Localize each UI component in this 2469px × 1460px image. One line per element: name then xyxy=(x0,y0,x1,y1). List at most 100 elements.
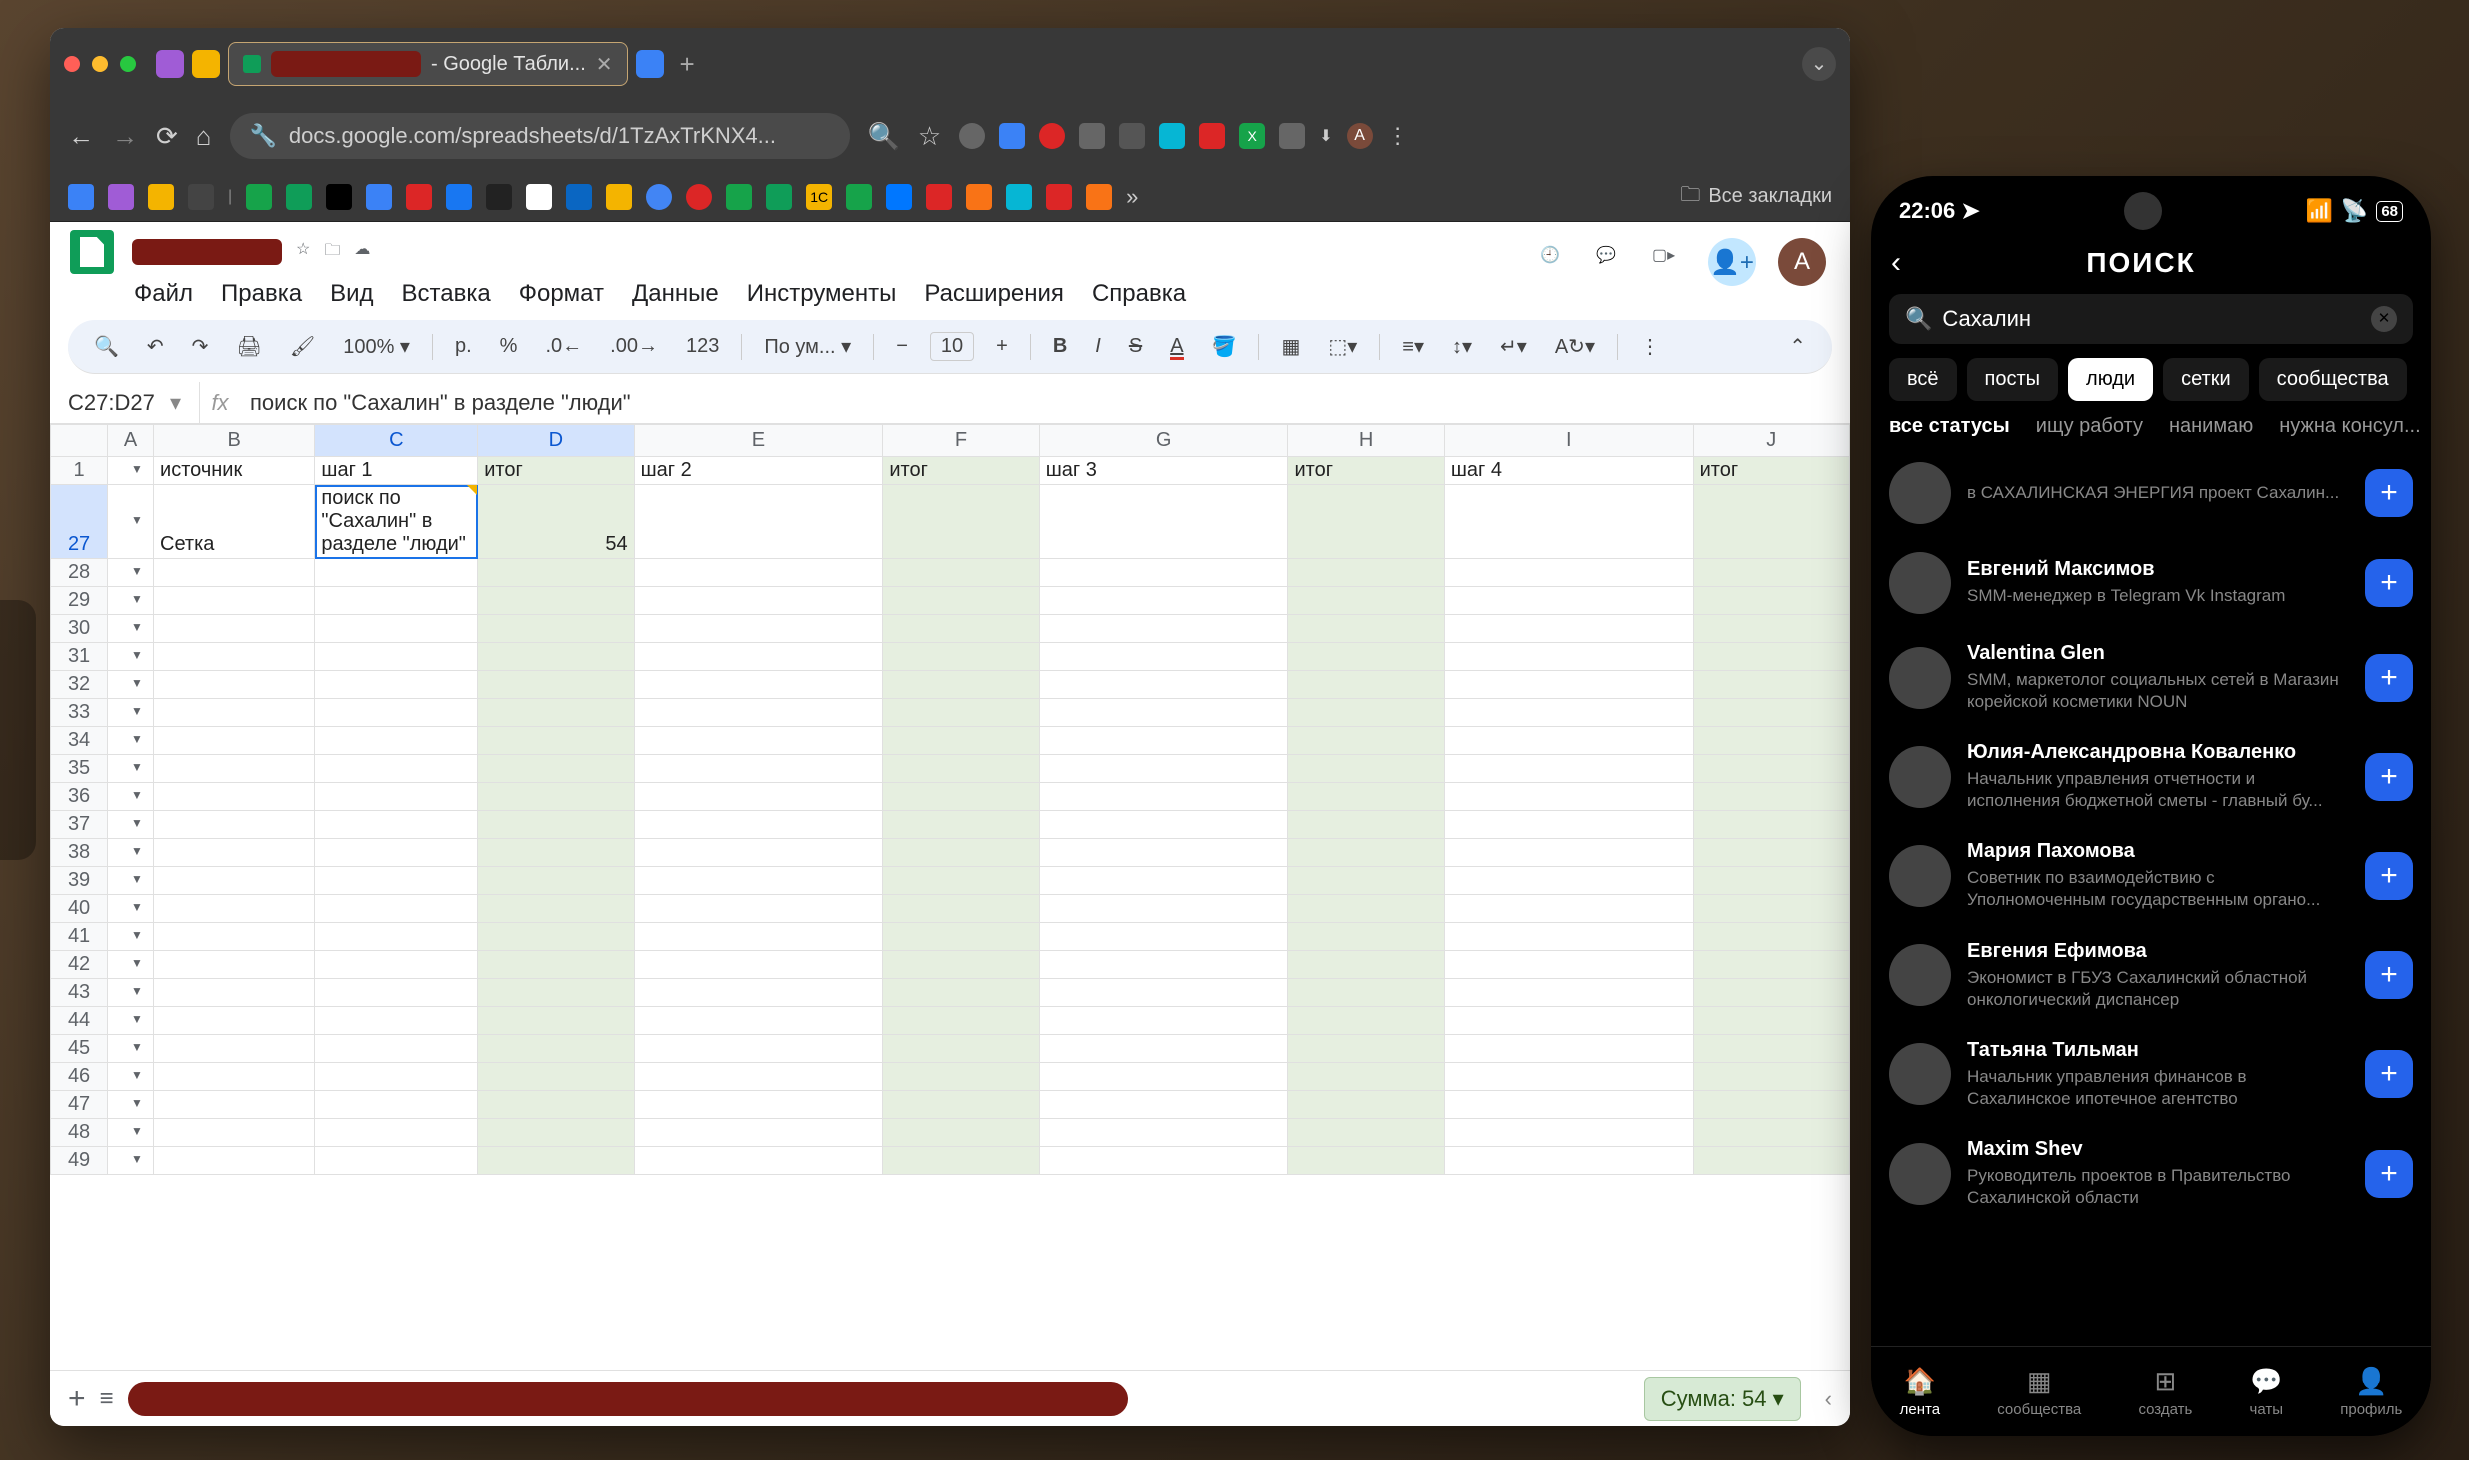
cell[interactable] xyxy=(634,643,883,671)
cell[interactable]: итог xyxy=(1693,457,1849,485)
cell[interactable] xyxy=(1693,923,1849,951)
cell[interactable] xyxy=(1039,783,1288,811)
cell[interactable]: шаг 3 xyxy=(1039,457,1288,485)
all-sheets-button[interactable]: ≡ xyxy=(100,1385,114,1413)
rotate-button[interactable]: A↻▾ xyxy=(1549,330,1601,363)
filter-pill[interactable]: сообщества xyxy=(2259,358,2407,401)
cell[interactable] xyxy=(634,1007,883,1035)
cell[interactable] xyxy=(1693,699,1849,727)
cell[interactable] xyxy=(1039,559,1288,587)
filter-pill[interactable]: сетки xyxy=(2163,358,2249,401)
cell[interactable] xyxy=(883,867,1039,895)
result-row[interactable]: Maxim Shev Руководитель проектов в Прави… xyxy=(1889,1124,2413,1223)
filter-icon[interactable] xyxy=(131,462,149,480)
cell[interactable] xyxy=(154,1035,315,1063)
cell[interactable] xyxy=(1444,1119,1693,1147)
cell[interactable] xyxy=(315,951,478,979)
filter-icon[interactable] xyxy=(131,676,149,694)
filter-icon[interactable] xyxy=(131,760,149,778)
profile-avatar-icon[interactable]: А xyxy=(1347,123,1373,149)
cell[interactable] xyxy=(1444,1147,1693,1175)
site-info-icon[interactable]: 🔧 xyxy=(250,123,277,149)
menu-extensions[interactable]: Расширения xyxy=(924,280,1064,308)
new-tab-button[interactable]: + xyxy=(672,49,703,80)
cell[interactable] xyxy=(315,699,478,727)
formula-bar[interactable]: поиск по "Сахалин" в разделе "люди" xyxy=(240,390,1850,416)
bookmark-icon[interactable] xyxy=(526,184,552,210)
menu-insert[interactable]: Вставка xyxy=(402,280,491,308)
cell[interactable] xyxy=(1444,951,1693,979)
cell[interactable] xyxy=(154,951,315,979)
filter-icon[interactable] xyxy=(131,900,149,918)
currency-button[interactable]: р. xyxy=(449,331,478,362)
cell[interactable] xyxy=(1288,895,1444,923)
row-header[interactable]: 1 xyxy=(51,457,108,485)
extension-icon[interactable] xyxy=(1119,123,1145,149)
bookmark-icon[interactable] xyxy=(1086,184,1112,210)
bookmark-icon[interactable] xyxy=(726,184,752,210)
cell[interactable] xyxy=(1444,727,1693,755)
cell[interactable] xyxy=(315,923,478,951)
cell[interactable] xyxy=(1444,671,1693,699)
cell[interactable] xyxy=(478,1091,634,1119)
cell[interactable] xyxy=(154,1147,315,1175)
filter-icon[interactable] xyxy=(131,788,149,806)
cell[interactable] xyxy=(634,923,883,951)
row-header[interactable]: 44 xyxy=(51,1007,108,1035)
font-select[interactable]: По ум... ▾ xyxy=(758,330,857,363)
cell[interactable] xyxy=(1288,755,1444,783)
cell[interactable] xyxy=(1288,727,1444,755)
cell[interactable] xyxy=(883,559,1039,587)
add-sheet-button[interactable]: + xyxy=(68,1382,86,1416)
col-header[interactable]: J xyxy=(1693,425,1849,457)
cell[interactable] xyxy=(1444,1035,1693,1063)
cell[interactable] xyxy=(1693,895,1849,923)
cell[interactable] xyxy=(1444,485,1693,559)
result-row[interactable]: Valentina Glen SMM, маркетолог социальны… xyxy=(1889,628,2413,727)
cell[interactable] xyxy=(1444,615,1693,643)
filter-icon[interactable] xyxy=(131,1012,149,1030)
cell[interactable] xyxy=(1288,699,1444,727)
cell[interactable] xyxy=(478,895,634,923)
row-header[interactable]: 46 xyxy=(51,1063,108,1091)
search-results[interactable]: в САХАЛИНСКАЯ ЭНЕРГИЯ проект Сахалин... … xyxy=(1871,448,2431,1223)
cell[interactable]: шаг 4 xyxy=(1444,457,1693,485)
col-header[interactable]: D xyxy=(478,425,634,457)
filter-pill[interactable]: всё xyxy=(1889,358,1957,401)
menu-tools[interactable]: Инструменты xyxy=(747,280,897,308)
cell[interactable] xyxy=(154,1119,315,1147)
cell[interactable] xyxy=(1693,559,1849,587)
cell[interactable] xyxy=(315,895,478,923)
cell[interactable] xyxy=(1288,1035,1444,1063)
cell[interactable] xyxy=(108,1147,154,1175)
cell[interactable] xyxy=(1039,587,1288,615)
cell[interactable] xyxy=(154,727,315,755)
row-header[interactable]: 45 xyxy=(51,1035,108,1063)
cell[interactable] xyxy=(1693,979,1849,1007)
v-align-button[interactable]: ↕▾ xyxy=(1446,330,1478,363)
cell[interactable] xyxy=(108,559,154,587)
cell[interactable] xyxy=(1444,699,1693,727)
cell[interactable] xyxy=(1288,923,1444,951)
col-header[interactable]: G xyxy=(1039,425,1288,457)
cell[interactable] xyxy=(1039,1119,1288,1147)
result-row[interactable]: в САХАЛИНСКАЯ ЭНЕРГИЯ проект Сахалин... … xyxy=(1889,448,2413,538)
cell[interactable] xyxy=(1039,1147,1288,1175)
add-button[interactable]: + xyxy=(2365,654,2413,702)
back-button[interactable]: ‹ xyxy=(1891,246,1901,280)
cell[interactable] xyxy=(1039,755,1288,783)
bookmark-icon[interactable] xyxy=(108,184,134,210)
cell[interactable] xyxy=(1039,1035,1288,1063)
col-header[interactable]: B xyxy=(154,425,315,457)
add-button[interactable]: + xyxy=(2365,469,2413,517)
bookmark-icon[interactable] xyxy=(566,184,592,210)
cell[interactable] xyxy=(634,587,883,615)
cell[interactable] xyxy=(478,951,634,979)
cell[interactable] xyxy=(634,485,883,559)
cell[interactable] xyxy=(883,1119,1039,1147)
result-row[interactable]: Мария Пахомова Советник по взаимодействи… xyxy=(1889,826,2413,925)
cell[interactable] xyxy=(1444,783,1693,811)
menu-view[interactable]: Вид xyxy=(330,280,373,308)
cell[interactable] xyxy=(315,979,478,1007)
filter-icon[interactable] xyxy=(131,620,149,638)
